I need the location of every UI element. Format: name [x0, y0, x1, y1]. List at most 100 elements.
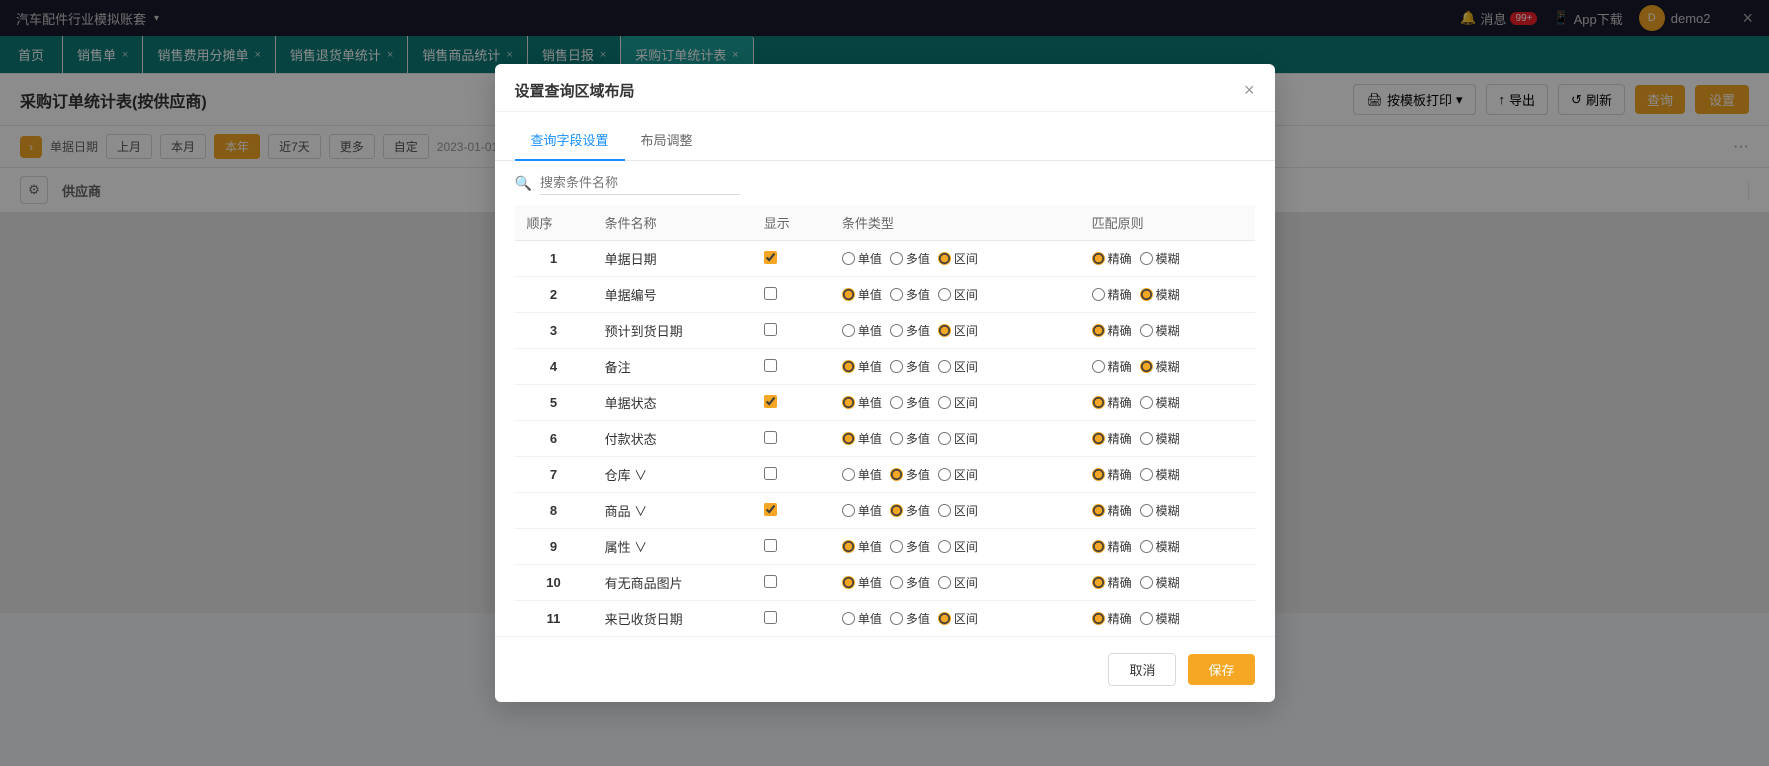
- row-name: 备注: [593, 349, 752, 385]
- row-display[interactable]: [752, 241, 830, 277]
- match-rule-exact[interactable]: 精确: [1092, 322, 1132, 339]
- row-display-checkbox[interactable]: [764, 503, 777, 516]
- match-rule-exact[interactable]: 精确: [1092, 610, 1132, 627]
- condition-type-single[interactable]: 单值: [842, 394, 882, 411]
- modal-tab-layout[interactable]: 布局调整: [625, 124, 709, 161]
- condition-type-multi[interactable]: 多值: [890, 250, 930, 267]
- match-rule-exact[interactable]: 精确: [1092, 466, 1132, 483]
- row-display[interactable]: [752, 349, 830, 385]
- row-display[interactable]: [752, 529, 830, 565]
- condition-type-range[interactable]: 区间: [938, 250, 978, 267]
- row-display-checkbox[interactable]: [764, 395, 777, 408]
- condition-type-range[interactable]: 区间: [938, 610, 978, 627]
- condition-type-range[interactable]: 区间: [938, 574, 978, 591]
- condition-type-multi[interactable]: 多值: [890, 538, 930, 555]
- table-row: 11来已收货日期单值多值区间精确模糊: [515, 601, 1255, 637]
- row-display-checkbox[interactable]: [764, 467, 777, 480]
- condition-type-single[interactable]: 单值: [842, 430, 882, 447]
- modal-tab-query-fields[interactable]: 查询字段设置: [515, 124, 625, 161]
- modal-header: 设置查询区域布局 ×: [495, 64, 1275, 112]
- condition-type-multi[interactable]: 多值: [890, 286, 930, 303]
- row-display[interactable]: [752, 457, 830, 493]
- condition-type-multi[interactable]: 多值: [890, 466, 930, 483]
- match-rule-exact[interactable]: 精确: [1092, 430, 1132, 447]
- modal-search-input[interactable]: [540, 171, 740, 195]
- match-rule-exact[interactable]: 精确: [1092, 250, 1132, 267]
- row-display[interactable]: [752, 601, 830, 637]
- row-display[interactable]: [752, 565, 830, 601]
- condition-type-multi[interactable]: 多值: [890, 430, 930, 447]
- condition-type-single[interactable]: 单值: [842, 466, 882, 483]
- condition-type-single[interactable]: 单值: [842, 538, 882, 555]
- table-row: 7仓库 ∨单值多值区间精确模糊: [515, 457, 1255, 493]
- match-rule-fuzzy[interactable]: 模糊: [1140, 394, 1180, 411]
- condition-type-multi[interactable]: 多值: [890, 610, 930, 627]
- row-display[interactable]: [752, 277, 830, 313]
- row-condition-type: 单值多值区间: [830, 493, 1080, 529]
- match-rule-fuzzy[interactable]: 模糊: [1140, 358, 1180, 375]
- match-rule-exact[interactable]: 精确: [1092, 394, 1132, 411]
- col-match-rule: 匹配原则: [1080, 205, 1255, 241]
- modal-close-button[interactable]: ×: [1244, 80, 1255, 101]
- condition-type-range[interactable]: 区间: [938, 502, 978, 519]
- condition-type-single[interactable]: 单值: [842, 358, 882, 375]
- row-display-checkbox[interactable]: [764, 431, 777, 444]
- condition-type-single[interactable]: 单值: [842, 322, 882, 339]
- match-rule-exact[interactable]: 精确: [1092, 574, 1132, 591]
- row-display-checkbox[interactable]: [764, 287, 777, 300]
- condition-type-range[interactable]: 区间: [938, 466, 978, 483]
- save-button[interactable]: 保存: [1188, 654, 1254, 685]
- match-rule-fuzzy[interactable]: 模糊: [1140, 610, 1180, 627]
- table-row: 1单据日期单值多值区间精确模糊: [515, 241, 1255, 277]
- match-rule-fuzzy[interactable]: 模糊: [1140, 250, 1180, 267]
- condition-type-single[interactable]: 单值: [842, 502, 882, 519]
- match-rule-exact[interactable]: 精确: [1092, 538, 1132, 555]
- match-rule-fuzzy[interactable]: 模糊: [1140, 286, 1180, 303]
- row-condition-type: 单值多值区间: [830, 601, 1080, 637]
- match-rule-fuzzy[interactable]: 模糊: [1140, 466, 1180, 483]
- row-display[interactable]: [752, 313, 830, 349]
- match-rule-fuzzy[interactable]: 模糊: [1140, 322, 1180, 339]
- match-rule-exact[interactable]: 精确: [1092, 286, 1132, 303]
- modal-title: 设置查询区域布局: [515, 80, 635, 101]
- condition-type-single[interactable]: 单值: [842, 610, 882, 627]
- row-match-rule: 精确模糊: [1080, 241, 1255, 277]
- match-rule-exact[interactable]: 精确: [1092, 502, 1132, 519]
- condition-type-single[interactable]: 单值: [842, 286, 882, 303]
- match-rule-fuzzy[interactable]: 模糊: [1140, 538, 1180, 555]
- condition-type-multi[interactable]: 多值: [890, 394, 930, 411]
- row-display-checkbox[interactable]: [764, 575, 777, 588]
- cancel-button[interactable]: 取消: [1108, 653, 1176, 686]
- condition-type-range[interactable]: 区间: [938, 286, 978, 303]
- match-rule-fuzzy[interactable]: 模糊: [1140, 430, 1180, 447]
- condition-type-range[interactable]: 区间: [938, 538, 978, 555]
- row-display-checkbox[interactable]: [764, 611, 777, 624]
- row-display[interactable]: [752, 421, 830, 457]
- row-display-checkbox[interactable]: [764, 323, 777, 336]
- modal-dialog: 设置查询区域布局 × 查询字段设置 布局调整 🔍 顺序 条件名称: [495, 64, 1275, 702]
- condition-type-multi[interactable]: 多值: [890, 322, 930, 339]
- row-display-checkbox[interactable]: [764, 539, 777, 552]
- condition-type-range[interactable]: 区间: [938, 358, 978, 375]
- condition-type-range[interactable]: 区间: [938, 430, 978, 447]
- condition-type-multi[interactable]: 多值: [890, 502, 930, 519]
- condition-type-range[interactable]: 区间: [938, 394, 978, 411]
- match-rule-fuzzy[interactable]: 模糊: [1140, 502, 1180, 519]
- row-match-rule: 精确模糊: [1080, 313, 1255, 349]
- condition-type-single[interactable]: 单值: [842, 250, 882, 267]
- row-match-rule: 精确模糊: [1080, 601, 1255, 637]
- condition-type-multi[interactable]: 多值: [890, 574, 930, 591]
- row-display-checkbox[interactable]: [764, 359, 777, 372]
- match-rule-fuzzy[interactable]: 模糊: [1140, 574, 1180, 591]
- row-display[interactable]: [752, 385, 830, 421]
- modal-search-bar: 🔍: [495, 161, 1275, 205]
- condition-type-range[interactable]: 区间: [938, 322, 978, 339]
- row-display-checkbox[interactable]: [764, 251, 777, 264]
- condition-type-single[interactable]: 单值: [842, 574, 882, 591]
- condition-type-multi[interactable]: 多值: [890, 358, 930, 375]
- row-order: 1: [515, 241, 593, 277]
- match-rule-exact[interactable]: 精确: [1092, 358, 1132, 375]
- modal-overlay: 设置查询区域布局 × 查询字段设置 布局调整 🔍 顺序 条件名称: [0, 0, 1769, 766]
- modal-tabs: 查询字段设置 布局调整: [495, 112, 1275, 161]
- row-display[interactable]: [752, 493, 830, 529]
